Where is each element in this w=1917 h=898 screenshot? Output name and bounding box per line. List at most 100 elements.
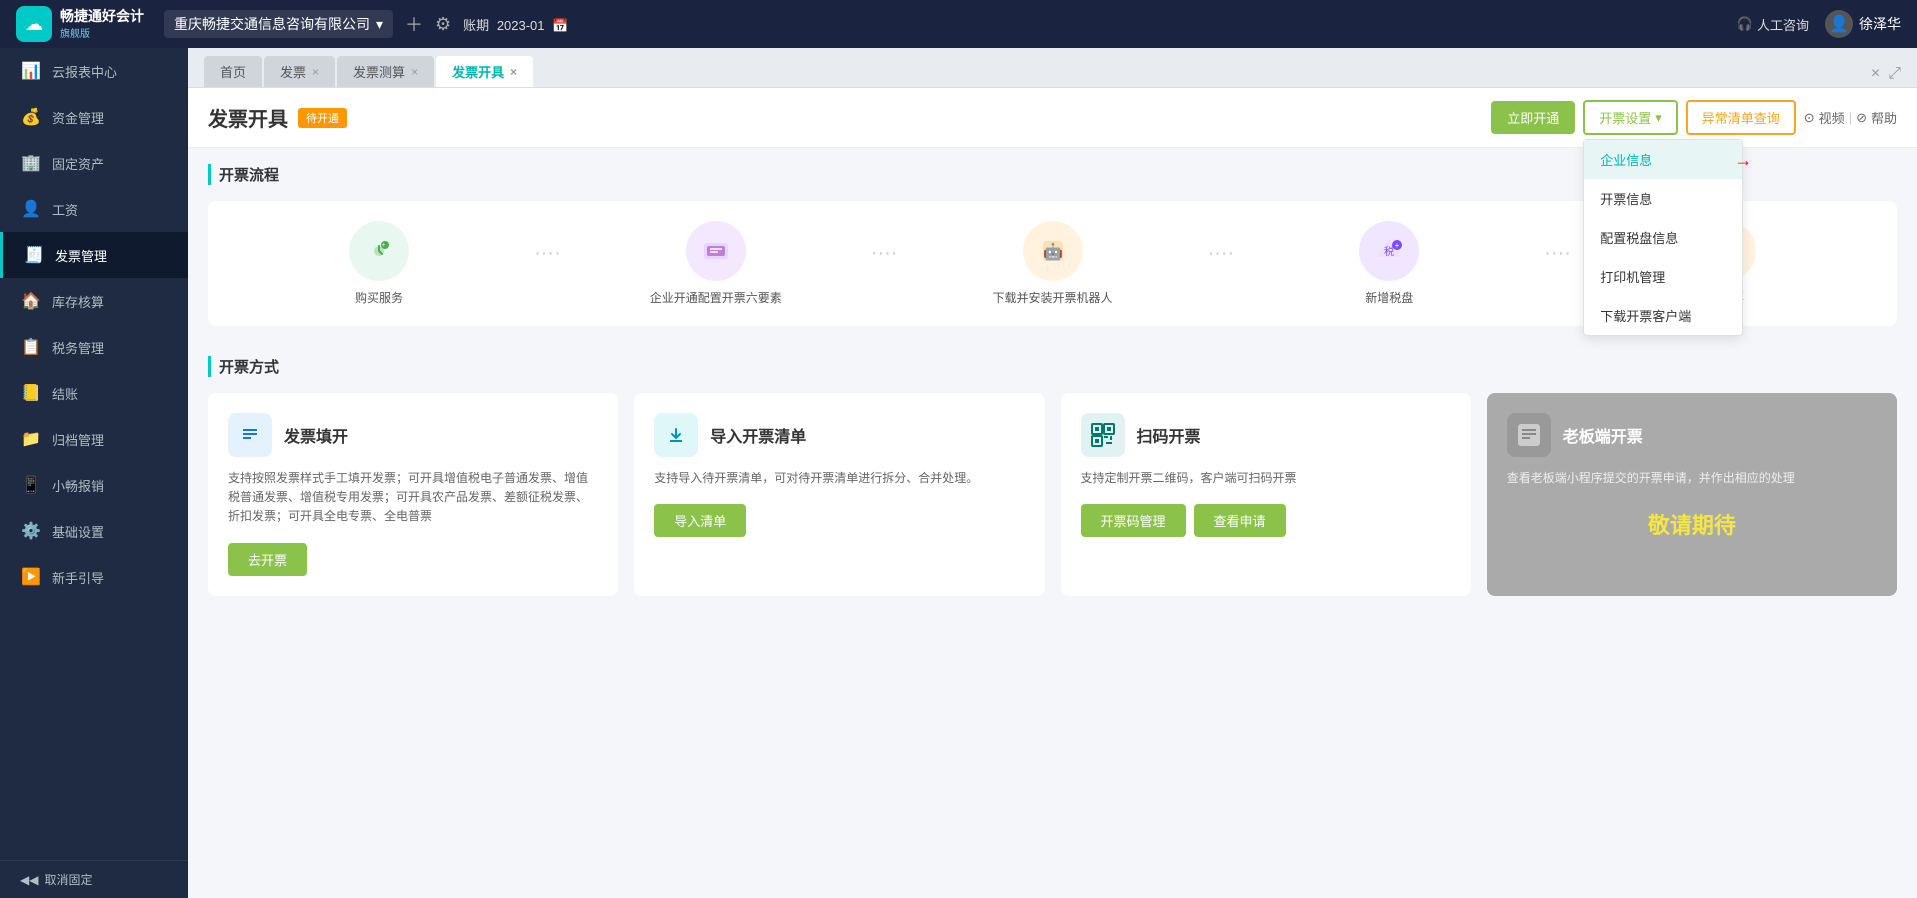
go-invoice-button[interactable]: 去开票 (228, 543, 307, 576)
assets-icon: 🏢 (20, 152, 42, 174)
tab-maximize-button[interactable]: ⤢ (1888, 65, 1901, 83)
calendar-icon[interactable]: 📅 (552, 18, 568, 33)
salary-icon: 👤 (20, 198, 42, 220)
method-import-icon (654, 413, 698, 457)
method-import-title: 导入开票清单 (710, 423, 806, 447)
method-fill-footer: 去开票 (228, 543, 598, 576)
sidebar-label-finance: 资金管理 (52, 108, 104, 127)
method-import-footer: 导入清单 (654, 504, 1024, 537)
billing-methods-title: 开票方式 (208, 356, 1897, 377)
view-apply-button[interactable]: 查看申请 (1194, 504, 1286, 537)
tab-invoice-calc-close[interactable]: × (411, 65, 418, 79)
step-buy-service: + 购买服务 (228, 221, 530, 306)
page-header: 发票开具 待开通 立即开通 开票设置 ▾ 企业信息 (188, 88, 1917, 148)
sidebar-item-assets[interactable]: 🏢 固定资产 (0, 140, 188, 186)
tab-invoice-issue-label: 发票开具 (452, 62, 504, 81)
help-label[interactable]: 帮助 (1871, 108, 1897, 127)
red-arrow-icon: → (1734, 150, 1752, 171)
sidebar-item-invoice[interactable]: 🧾 发票管理 (0, 232, 188, 278)
method-import-header: 导入开票清单 (654, 413, 1024, 457)
method-boss-desc: 查看老板端小程序提交的开票申请，并作出相应的处理 (1507, 469, 1877, 488)
tab-bar-right: × ⤢ (1871, 65, 1901, 87)
finance-icon: 💰 (20, 106, 42, 128)
svg-text:+: + (1395, 241, 1400, 250)
play-icon[interactable]: ⊙ (1804, 110, 1815, 126)
sidebar-item-expense[interactable]: 📱 小畅报销 (0, 462, 188, 508)
tab-invoice-close[interactable]: × (312, 65, 319, 79)
sidebar-label-settings: 基础设置 (52, 522, 104, 541)
sidebar-label-tax: 税务管理 (52, 338, 104, 357)
video-label[interactable]: 视频 (1819, 108, 1845, 127)
step-tax-icon: 税+ (1359, 221, 1419, 281)
support-button[interactable]: 🎧 人工咨询 (1737, 15, 1809, 34)
method-boss-overlay: 敬请期待 (1507, 508, 1877, 540)
sidebar-item-finance[interactable]: 💰 资金管理 (0, 94, 188, 140)
method-import-desc: 支持导入待开票清单，可对待开票清单进行拆分、合并处理。 (654, 469, 1024, 488)
dropdown-item-company[interactable]: 企业信息 → (1584, 140, 1742, 179)
tab-home[interactable]: 首页 (204, 56, 262, 87)
unpin-icon: ◀◀ (20, 873, 38, 887)
sidebar-item-reports[interactable]: 📊 云报表中心 (0, 48, 188, 94)
sidebar-label-inventory: 库存核算 (52, 292, 104, 311)
method-card-scan: 扫码开票 支持定制开票二维码，客户端可扫码开票 开票码管理 查看申请 (1061, 393, 1471, 596)
headset-icon: 🎧 (1737, 16, 1753, 32)
svg-text:🤖: 🤖 (1043, 242, 1063, 261)
inventory-icon: 🏠 (20, 290, 42, 312)
sidebar-unpin-button[interactable]: ◀◀ 取消固定 (0, 860, 188, 898)
tab-invoice-issue-close[interactable]: × (510, 65, 517, 79)
user-area[interactable]: 👤 徐泽华 (1825, 10, 1901, 38)
top-bar-right: 🎧 人工咨询 👤 徐泽华 (1737, 10, 1901, 38)
method-scan-title: 扫码开票 (1137, 423, 1201, 447)
status-badge: 待开通 (298, 108, 347, 128)
step-buy-icon: + (349, 221, 409, 281)
dropdown-item-printer[interactable]: 打印机管理 (1584, 257, 1742, 296)
user-avatar: 👤 (1825, 10, 1853, 38)
sidebar-label-archive: 归档管理 (52, 430, 104, 449)
invoice-icon: 🧾 (23, 244, 45, 266)
tax-icon: 📋 (20, 336, 42, 358)
tab-invoice-issue[interactable]: 发票开具 × (436, 56, 533, 87)
add-icon[interactable]: ＋ (405, 11, 423, 37)
step-add-tax: 税+ 新增税盘 (1238, 221, 1540, 306)
sidebar-item-tax[interactable]: 📋 税务管理 (0, 324, 188, 370)
qr-manage-button[interactable]: 开票码管理 (1081, 504, 1186, 537)
closing-icon: 📒 (20, 382, 42, 404)
dropdown-item-download-client[interactable]: 下载开票客户端 (1584, 296, 1742, 335)
app-edition: 旗舰版 (60, 25, 144, 40)
tab-invoice-calc[interactable]: 发票测算 × (337, 56, 434, 87)
tab-invoice-label: 发票 (280, 62, 306, 81)
step-arrow-4: ···· (1544, 242, 1571, 285)
method-fill-icon (228, 413, 272, 457)
tab-bar: 首页 发票 × 发票测算 × 发票开具 × × ⤢ (188, 48, 1917, 88)
dropdown-item-tax-config[interactable]: 配置税盘信息 (1584, 218, 1742, 257)
tab-invoice[interactable]: 发票 × (264, 56, 335, 87)
sidebar-item-settings[interactable]: ⚙️ 基础设置 (0, 508, 188, 554)
step-download: 🤖 下载并安装开票机器人 (901, 221, 1203, 306)
settings-button[interactable]: 开票设置 ▾ (1583, 100, 1678, 135)
reports-icon: 📊 (20, 60, 42, 82)
step-buy-label: 购买服务 (355, 289, 403, 306)
abnormal-list-button[interactable]: 异常清单查询 (1686, 100, 1796, 135)
settings-icon[interactable]: ⚙ (435, 14, 451, 35)
activate-button[interactable]: 立即开通 (1491, 101, 1575, 134)
help-icon: ⊘ (1856, 110, 1867, 126)
sidebar-scroll: 📊 云报表中心 💰 资金管理 🏢 固定资产 👤 工资 🧾 发票管理 (0, 48, 188, 860)
dropdown-item-invoice-info[interactable]: 开票信息 (1584, 179, 1742, 218)
sidebar-item-salary[interactable]: 👤 工资 (0, 186, 188, 232)
step-configure: 企业开通配置开票六要素 (565, 221, 867, 306)
top-bar: ☁ 畅捷通好会计 旗舰版 重庆畅捷交通信息咨询有限公司 ▾ ＋ ⚙ 账期 202… (0, 0, 1917, 48)
sidebar-item-inventory[interactable]: 🏠 库存核算 (0, 278, 188, 324)
company-selector[interactable]: 重庆畅捷交通信息咨询有限公司 ▾ (164, 10, 393, 38)
sidebar-item-closing[interactable]: 📒 结账 (0, 370, 188, 416)
import-list-button[interactable]: 导入清单 (654, 504, 746, 537)
step-add-tax-label: 新增税盘 (1365, 289, 1413, 306)
step-arrow-3: ···· (1208, 242, 1235, 285)
method-card-import: 导入开票清单 支持导入待开票清单，可对待开票清单进行拆分、合并处理。 导入清单 (634, 393, 1044, 596)
page-title-area: 发票开具 待开通 (208, 103, 347, 132)
tab-invoice-calc-label: 发票测算 (353, 62, 405, 81)
sidebar-item-archive[interactable]: 📁 归档管理 (0, 416, 188, 462)
logo-icon: ☁ (16, 6, 52, 42)
tab-close-all-button[interactable]: × (1871, 65, 1880, 83)
sidebar-item-guide[interactable]: ▶️ 新手引导 (0, 554, 188, 600)
method-fill-header: 发票填开 (228, 413, 598, 457)
